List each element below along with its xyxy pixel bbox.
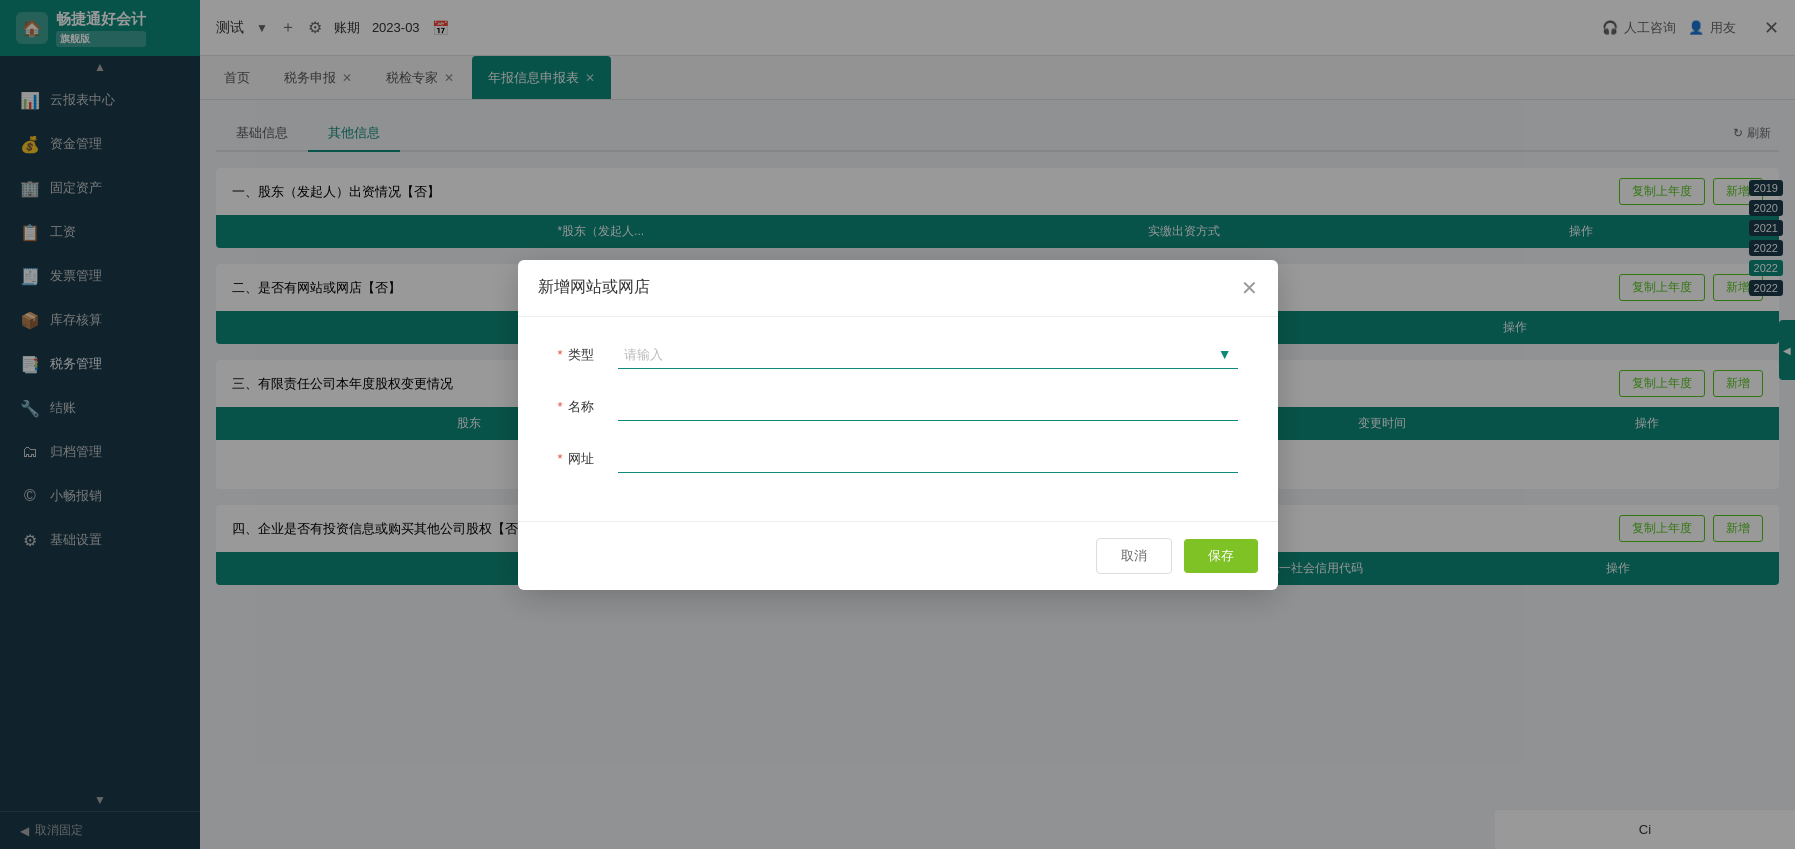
url-input[interactable]	[618, 445, 1238, 472]
dialog-footer: 取消 保存	[518, 521, 1278, 590]
required-star-name: *	[558, 399, 563, 414]
field-type-label: * 类型	[558, 346, 618, 364]
name-input[interactable]	[618, 393, 1238, 420]
type-input[interactable]	[618, 341, 1238, 368]
required-star-url: *	[558, 451, 563, 466]
dialog-body: * 类型 ▼ * 名称 *	[518, 317, 1278, 521]
required-star-type: *	[558, 347, 563, 362]
dialog-overlay: 新增网站或网店 ✕ * 类型 ▼ * 名称	[0, 0, 1795, 849]
field-name-wrap	[618, 393, 1238, 421]
dialog-close-button[interactable]: ✕	[1241, 276, 1258, 300]
form-field-name: * 名称	[558, 393, 1238, 421]
field-url-wrap	[618, 445, 1238, 473]
form-field-type: * 类型 ▼	[558, 341, 1238, 369]
dialog-title: 新增网站或网店	[538, 277, 650, 298]
field-url-label: * 网址	[558, 450, 618, 468]
dialog-header: 新增网站或网店 ✕	[518, 260, 1278, 317]
form-field-url: * 网址	[558, 445, 1238, 473]
field-type-wrap: ▼	[618, 341, 1238, 369]
field-name-label: * 名称	[558, 398, 618, 416]
cancel-button[interactable]: 取消	[1096, 538, 1172, 574]
save-button[interactable]: 保存	[1184, 539, 1258, 573]
add-website-dialog: 新增网站或网店 ✕ * 类型 ▼ * 名称	[518, 260, 1278, 590]
type-dropdown-icon[interactable]: ▼	[1218, 346, 1232, 362]
